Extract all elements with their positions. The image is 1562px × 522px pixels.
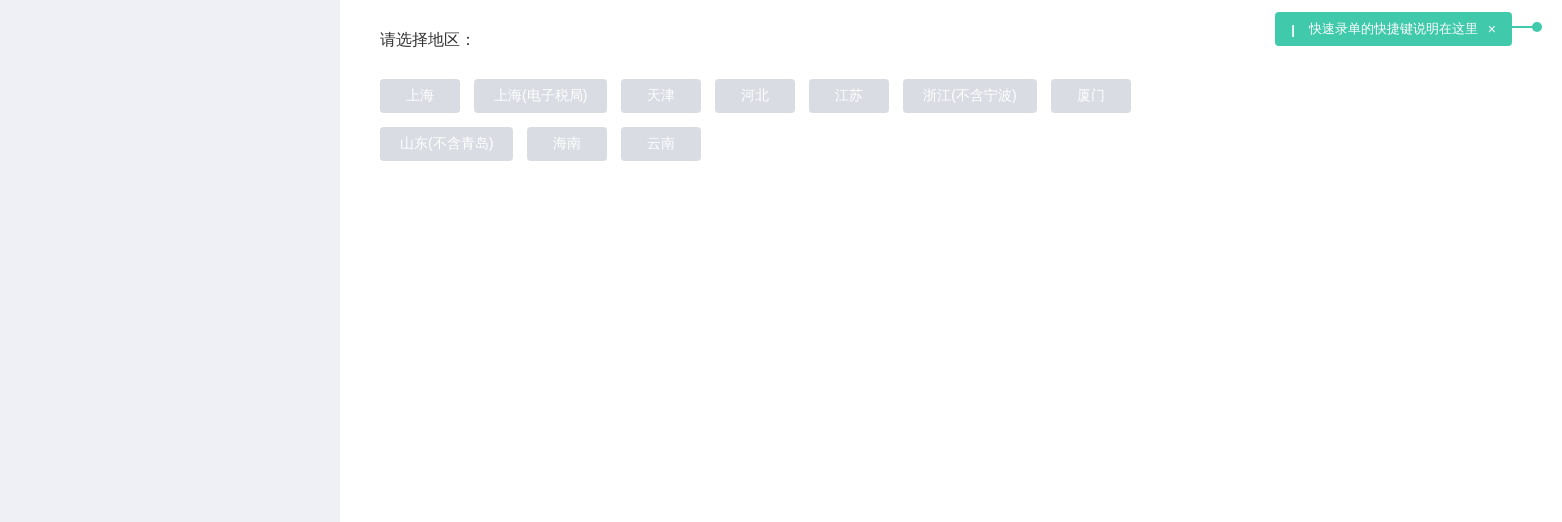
region-button-hainan[interactable]: 海南 — [527, 127, 607, 161]
region-buttons-row2: 山东(不含青岛) 海南云南 — [380, 127, 1522, 161]
region-button-tianjin[interactable]: 天津 — [621, 79, 701, 113]
region-button-xiamen[interactable]: 厦门 — [1051, 79, 1131, 113]
region-button-shanghai-etax[interactable]: 上海(电子税局) — [474, 79, 607, 113]
region-button-shandong[interactable]: 山东(不含青岛) — [380, 127, 513, 161]
main-content: 请选择地区： 上海上海(电子税局)天津河北江苏浙江(不含宁波)厦门 山东(不含青… — [340, 0, 1562, 522]
region-button-yunnan[interactable]: 云南 — [621, 127, 701, 161]
region-button-shanghai[interactable]: 上海 — [380, 79, 460, 113]
tooltip-dot — [1532, 22, 1542, 32]
region-button-zhejiang[interactable]: 浙江(不含宁波) — [903, 79, 1036, 113]
region-button-hebei[interactable]: 河北 — [715, 79, 795, 113]
tooltip-banner: 快速录单的快捷键说明在这里 × — [1275, 12, 1512, 46]
tooltip-line — [1512, 26, 1534, 28]
region-buttons-row1: 上海上海(电子税局) 天津河北江苏浙江(不含宁波) 厦门 — [380, 79, 1522, 113]
sidebar — [0, 0, 340, 522]
tooltip-close-button[interactable]: × — [1488, 21, 1496, 37]
tooltip-text: 快速录单的快捷键说明在这里 — [1309, 20, 1478, 38]
region-button-jiangsu[interactable]: 江苏 — [809, 79, 889, 113]
